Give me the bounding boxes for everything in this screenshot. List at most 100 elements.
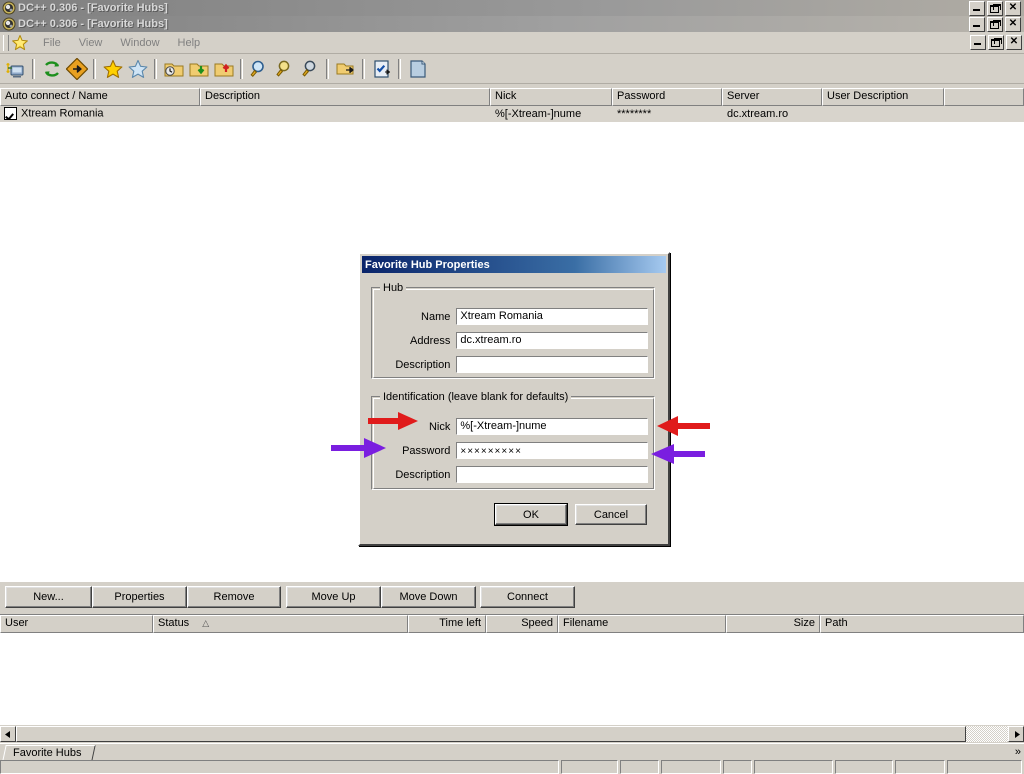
status-cell-8 <box>946 760 1023 774</box>
mdi-doc-close-button[interactable]: ✕ <box>1006 35 1022 50</box>
move-down-button[interactable]: Move Down <box>381 586 476 608</box>
column-header-size[interactable]: Size <box>726 615 820 633</box>
favorite-users-icon[interactable] <box>125 57 150 81</box>
scroll-left-arrow-icon[interactable] <box>0 726 16 742</box>
toolbar-separator <box>326 58 329 79</box>
settings-icon[interactable] <box>369 57 394 81</box>
table-row[interactable]: Xtream Romania %[-Xtream-]nume ******** … <box>0 105 1024 122</box>
mdi-maximize-button[interactable] <box>987 16 1003 32</box>
menu-item-help[interactable]: Help <box>169 35 210 51</box>
menu-grip[interactable] <box>3 34 9 51</box>
connect-button[interactable]: Connect <box>480 586 575 608</box>
auto-connect-checkbox[interactable] <box>4 107 17 120</box>
hub-group-label: Hub <box>380 282 407 294</box>
window-tab-strip: Favorite Hubs » <box>0 743 1024 761</box>
dialog-cancel-button[interactable]: Cancel <box>575 504 647 525</box>
queue-icon[interactable] <box>186 57 211 81</box>
favorite-hub-properties-dialog[interactable]: Favorite Hub Properties Hub Name Xtream … <box>358 252 670 546</box>
status-cell-7 <box>894 760 945 774</box>
search-spy-icon[interactable] <box>297 57 322 81</box>
hub-address-input[interactable]: dc.xtream.ro <box>456 332 648 349</box>
status-cell-4 <box>722 760 752 774</box>
identification-password-input[interactable]: ××××××××× <box>456 442 648 459</box>
sort-ascending-icon: △ <box>202 618 210 628</box>
new-button[interactable]: New... <box>5 586 92 608</box>
mdi-doc-restore-button[interactable] <box>988 35 1004 50</box>
search-icon[interactable] <box>247 57 272 81</box>
column-header-path[interactable]: Path <box>820 615 1024 633</box>
hub-name-input[interactable]: Xtream Romania <box>456 308 648 325</box>
mdi-close-button[interactable]: ✕ <box>1005 16 1021 32</box>
column-header-description[interactable]: Description <box>200 88 490 106</box>
properties-button[interactable]: Properties <box>92 586 187 608</box>
status-cell-3 <box>661 760 721 774</box>
mdi-child-title: DC++ 0.306 - [Favorite Hubs] <box>18 18 168 30</box>
identification-description-input[interactable] <box>456 466 648 483</box>
mdi-child-titlebar[interactable]: DC++ 0.306 - [Favorite Hubs] ✕ <box>0 16 1024 32</box>
column-header-status[interactable]: Status △ <box>153 615 408 633</box>
toolbar-separator <box>398 58 401 79</box>
column-header-speed[interactable]: Speed <box>486 615 558 633</box>
scrollbar-track[interactable] <box>966 726 1008 742</box>
main-window-titlebar[interactable]: DC++ 0.306 - [Favorite Hubs] ✕ <box>0 0 1024 16</box>
minimize-button[interactable] <box>969 0 985 16</box>
notepad-icon[interactable] <box>405 57 430 81</box>
mdi-minimize-button[interactable] <box>969 16 985 32</box>
scroll-right-arrow-icon[interactable] <box>1008 726 1024 742</box>
favorite-hubs-header-row: Auto connect / Name Description Nick Pas… <box>0 88 1024 106</box>
column-header-server[interactable]: Server <box>722 88 822 106</box>
maximize-button[interactable] <box>987 0 1003 16</box>
toolbar-separator <box>93 58 96 79</box>
menu-item-file[interactable]: File <box>34 35 70 51</box>
menu-item-window[interactable]: Window <box>111 35 168 51</box>
status-cell-5 <box>753 760 833 774</box>
mdi-child-controls: ✕ <box>969 16 1022 32</box>
hub-address-label: Address <box>410 334 451 347</box>
column-header-time-left[interactable]: Time left <box>408 615 486 633</box>
mdi-document-controls: ✕ <box>970 35 1022 50</box>
cell-server: dc.xtream.ro <box>727 107 789 120</box>
column-header-filename[interactable]: Filename <box>558 615 726 633</box>
mdi-doc-minimize-button[interactable] <box>970 35 986 50</box>
identification-nick-input[interactable]: %[-Xtream-]nume <box>456 418 648 435</box>
action-button-strip: New... Properties Remove Move Up Move Do… <box>0 585 1024 611</box>
recent-hubs-icon[interactable] <box>161 57 186 81</box>
adls-search-icon[interactable] <box>272 57 297 81</box>
open-file-list-icon[interactable] <box>333 57 358 81</box>
transfer-listview[interactable]: User Status △ Time left Speed Filename S… <box>0 614 1024 725</box>
star-icon <box>11 34 29 52</box>
connect-icon[interactable] <box>3 57 28 81</box>
dialog-title-text: Favorite Hub Properties <box>365 258 490 271</box>
identification-description-label: Description <box>395 468 451 481</box>
toolbar-separator <box>32 58 35 79</box>
tab-overflow-icon[interactable]: » <box>1015 746 1021 758</box>
tab-favorite-hubs[interactable]: Favorite Hubs <box>2 745 97 761</box>
dcpp-icon <box>2 1 16 15</box>
dialog-titlebar[interactable]: Favorite Hub Properties <box>362 256 666 273</box>
close-button[interactable]: ✕ <box>1005 0 1021 16</box>
identification-group-label: Identification (leave blank for defaults… <box>380 391 572 403</box>
status-cell-6 <box>834 760 893 774</box>
dcpp-icon-mdi <box>2 17 16 31</box>
column-header-status-label: Status <box>158 617 190 629</box>
favorite-hubs-icon[interactable] <box>100 57 125 81</box>
remove-button[interactable]: Remove <box>187 586 281 608</box>
menu-item-view[interactable]: View <box>70 35 112 51</box>
column-header-auto-connect-name[interactable]: Auto connect / Name <box>0 88 200 106</box>
status-cell-2 <box>620 760 660 774</box>
horizontal-scrollbar[interactable] <box>0 726 1024 742</box>
reconnect-icon[interactable] <box>39 57 64 81</box>
follow-redirect-icon[interactable] <box>64 57 89 81</box>
column-header-user[interactable]: User <box>0 615 153 633</box>
tab-favorite-hubs-label: Favorite Hubs <box>13 747 82 759</box>
column-header-password[interactable]: Password <box>612 88 722 106</box>
move-up-button[interactable]: Move Up <box>286 586 381 608</box>
scrollbar-thumb[interactable] <box>16 726 966 742</box>
column-header-nick[interactable]: Nick <box>490 88 612 106</box>
column-header-user-description[interactable]: User Description <box>822 88 944 106</box>
finished-icon[interactable] <box>211 57 236 81</box>
hub-description-input[interactable] <box>456 356 648 373</box>
toolbar-separator <box>154 58 157 79</box>
cell-auto-connect-name[interactable]: Xtream Romania <box>0 107 200 120</box>
dialog-ok-button[interactable]: OK <box>494 503 568 526</box>
